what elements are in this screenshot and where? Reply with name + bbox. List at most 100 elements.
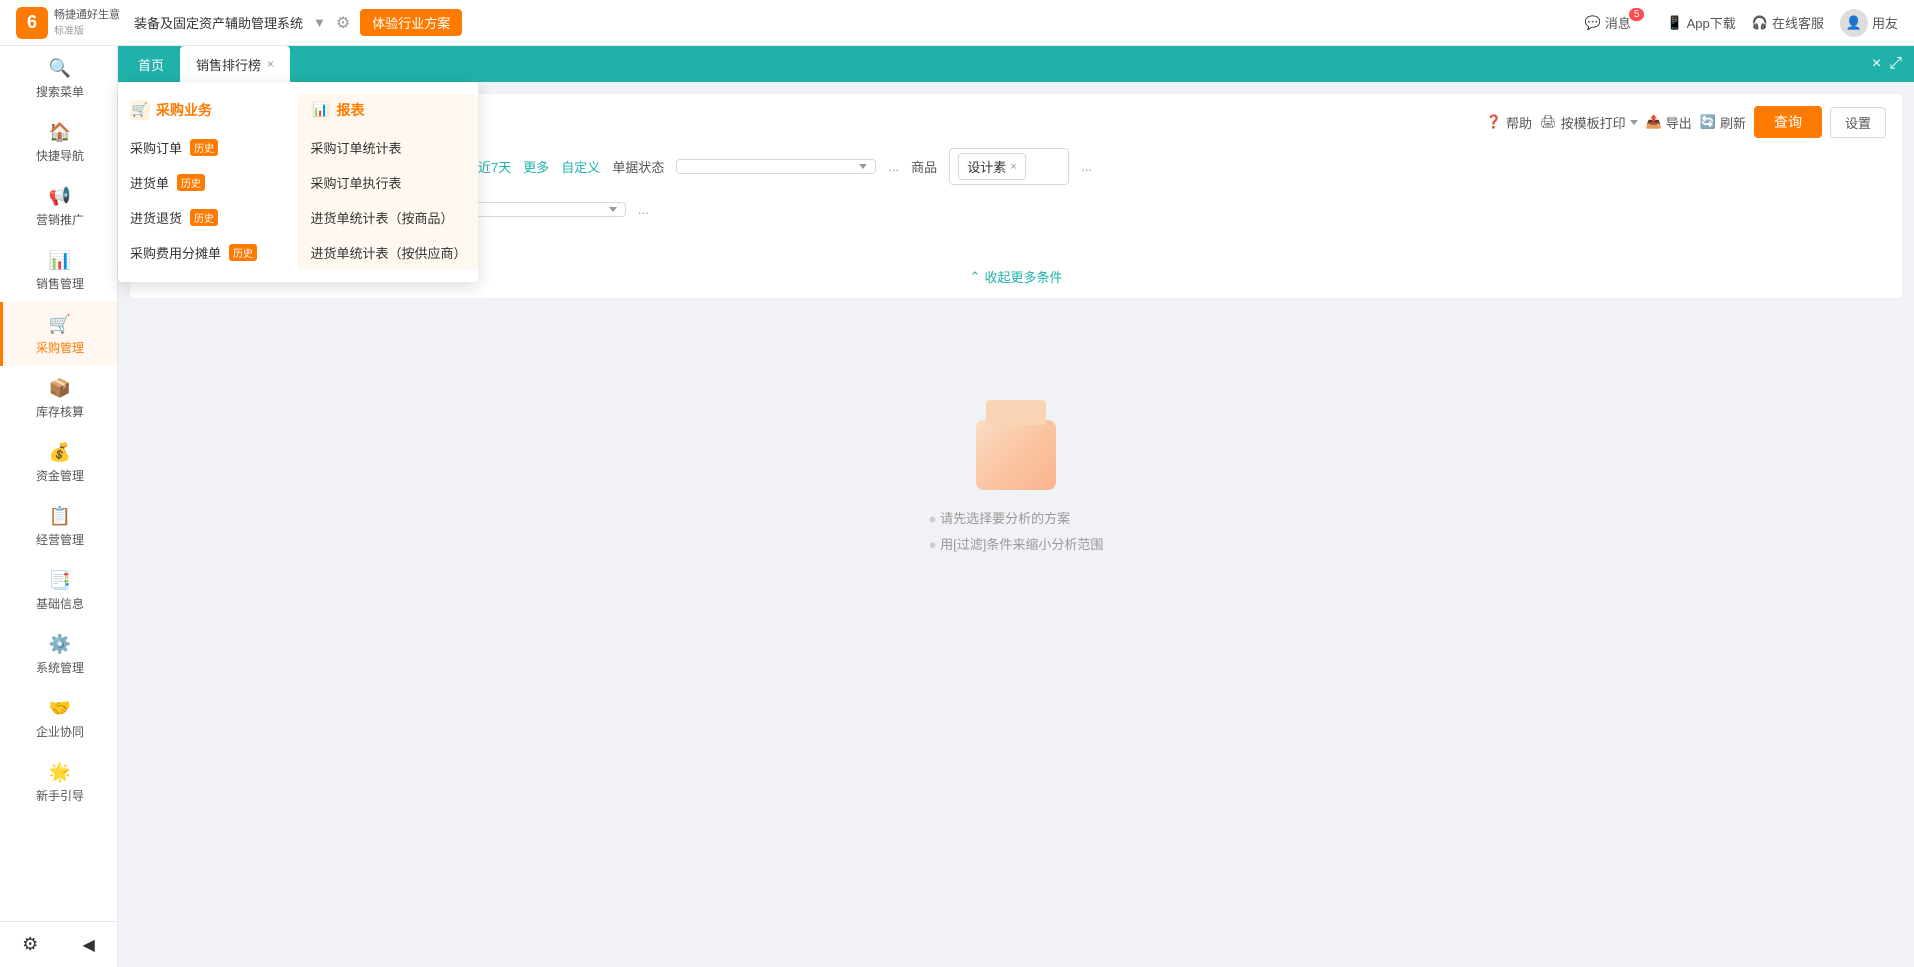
tab-bar-right: × ⤢ [1872, 55, 1910, 73]
purchase-expense-label: 采购费用分摊单 [130, 243, 221, 262]
dropdown-item-incoming-return[interactable]: 进货退货 历史 [130, 200, 286, 235]
help-icon: ❓ [1486, 114, 1502, 130]
sidebar-label-purchase: 采购管理 [36, 339, 84, 356]
sidebar-item-purchase[interactable]: 🛒 采购管理 [0, 302, 117, 366]
sidebar-item-enterprise[interactable]: 🤝 企业协同 [0, 686, 117, 750]
sidebar-label-enterprise: 企业协同 [36, 723, 84, 740]
goods-select[interactable]: 设计素 × [949, 148, 1069, 185]
dropdown-item-purchase-order-exec[interactable]: 采购订单执行表 [311, 165, 467, 200]
collapse-up-icon: ⌃ [970, 269, 981, 285]
collapse-label: 收起更多条件 [984, 267, 1062, 286]
help-btn[interactable]: ❓ 帮助 [1486, 113, 1532, 132]
tab-home[interactable]: 首页 [122, 46, 180, 82]
system-icon: ⚙️ [49, 634, 71, 655]
basic-info-icon: 📑 [49, 570, 71, 591]
query-button[interactable]: 查询 [1754, 106, 1822, 138]
message-icon: 💬 [1585, 15, 1601, 31]
incoming-label: 进货单 [130, 173, 169, 192]
logo-area: 6 畅捷通好生意 标准版 [16, 7, 134, 39]
salesperson-chevron-icon [609, 207, 617, 212]
message-item[interactable]: 💬 消息 5 [1585, 13, 1651, 32]
tab-home-label: 首页 [138, 55, 164, 74]
custom-date-btn[interactable]: 自定义 [561, 157, 600, 176]
dropdown-col-report: 📊 报表 采购订单统计表 采购订单执行表 进货单统计表（按商品） 进货单统计表（… [299, 94, 479, 270]
system-name-chevron[interactable]: ▼ [313, 15, 326, 30]
purchase-order-history-badge: 历史 [190, 139, 218, 156]
dropdown-item-purchase-expense[interactable]: 采购费用分摊单 历史 [130, 235, 286, 270]
user-item[interactable]: 👤 用友 [1840, 9, 1898, 37]
finance-icon: 💰 [49, 442, 71, 463]
sidebar-label-marketing: 营销推广 [36, 211, 84, 228]
salesperson-dots[interactable]: ... [638, 202, 649, 217]
operations-icon: 📋 [49, 506, 71, 527]
settings-button[interactable]: 设置 [1830, 107, 1886, 138]
last7days-btn[interactable]: 近7天 [478, 157, 511, 176]
status-select[interactable] [676, 159, 876, 174]
goods-tag-text: 设计素 [967, 157, 1006, 176]
empty-hint-2: 用[过滤]条件来缩小分析范围 [940, 537, 1103, 552]
sidebar-item-quick-nav[interactable]: 🏠 快捷导航 [0, 110, 117, 174]
settings-icon[interactable]: ⚙ [336, 13, 350, 33]
sidebar-settings-icon[interactable]: ⚙ [22, 934, 38, 955]
sidebar-collapse-icon[interactable]: ◀ [83, 935, 95, 955]
quick-nav-icon: 🏠 [49, 122, 71, 143]
dropdown-item-incoming-stat-supplier[interactable]: 进货单统计表（按供应商） [311, 235, 467, 270]
app-download-item[interactable]: 📱 App下载 [1666, 13, 1735, 32]
empty-state: 请先选择要分析的方案 用[过滤]条件来缩小分析范围 [130, 310, 1902, 638]
dropdown-columns: 🛒 采购业务 采购订单 历史 进货单 历史 进货退货 历史 采购费用分摊单 历史 [118, 94, 478, 270]
online-service-item[interactable]: 🎧 在线客服 [1752, 13, 1824, 32]
export-btn[interactable]: 📤 导出 [1646, 113, 1692, 132]
sidebar-item-system[interactable]: ⚙️ 系统管理 [0, 622, 117, 686]
sidebar-item-guide[interactable]: 🌟 新手引导 [0, 750, 117, 814]
refresh-btn[interactable]: 🔄 刷新 [1700, 113, 1746, 132]
tab-window-expand-icon[interactable]: ⤢ [1889, 55, 1902, 73]
goods-dots[interactable]: ... [1081, 159, 1092, 174]
more-date-btn[interactable]: 更多 [523, 157, 549, 176]
dropdown-item-incoming-stat-goods[interactable]: 进货单统计表（按商品） [311, 200, 467, 235]
sidebar-label-search-menu: 搜索菜单 [36, 83, 84, 100]
status-dots[interactable]: ... [888, 159, 899, 174]
goods-tag-close-icon[interactable]: × [1010, 161, 1016, 173]
sidebar-item-basic-info[interactable]: 📑 基础信息 [0, 558, 117, 622]
industry-btn[interactable]: 体验行业方案 [360, 9, 462, 36]
purchase-expense-history-badge: 历史 [229, 244, 257, 261]
header-right: 💬 消息 5 📱 App下载 🎧 在线客服 👤 用友 [1585, 9, 1898, 37]
dropdown-item-purchase-order-stat[interactable]: 采购订单统计表 [311, 130, 467, 165]
tab-sales-ranking[interactable]: 销售排行榜 × [180, 46, 290, 82]
sidebar-item-finance[interactable]: 💰 资金管理 [0, 430, 117, 494]
collapse-button[interactable]: ⌃ 收起更多条件 [970, 267, 1063, 286]
inventory-icon: 📦 [49, 378, 71, 399]
sidebar-label-quick-nav: 快捷导航 [36, 147, 84, 164]
sidebar-item-sales[interactable]: 📊 销售管理 [0, 238, 117, 302]
refresh-icon: 🔄 [1700, 114, 1716, 130]
sidebar-item-search-menu[interactable]: 🔍 搜索菜单 [0, 46, 117, 110]
sidebar-bottom: ⚙ ◀ [0, 921, 117, 967]
print-label: 按模板打印 [1561, 113, 1626, 132]
report-section-title: 报表 [337, 100, 365, 120]
goods-tag: 设计素 × [958, 153, 1025, 180]
dropdown-col-purchase: 🛒 采购业务 采购订单 历史 进货单 历史 进货退货 历史 采购费用分摊单 历史 [118, 94, 298, 270]
purchase-section-icon: 🛒 [130, 100, 150, 120]
sidebar: 🔍 搜索菜单 🏠 快捷导航 📢 营销推广 📊 销售管理 🛒 采购管理 📦 库存核… [0, 46, 118, 967]
dropdown-item-purchase-order[interactable]: 采购订单 历史 [130, 130, 286, 165]
marketing-icon: 📢 [49, 186, 71, 207]
guide-icon: 🌟 [49, 762, 71, 783]
tab-window-close-icon[interactable]: × [1872, 55, 1881, 73]
empty-illustration [956, 390, 1076, 490]
sidebar-item-marketing[interactable]: 📢 营销推广 [0, 174, 117, 238]
status-chevron-icon [859, 164, 867, 169]
sidebar-label-finance: 资金管理 [36, 467, 84, 484]
logo-text-block: 畅捷通好生意 标准版 [54, 8, 120, 37]
dropdown-purchase-header: 🛒 采购业务 [130, 94, 286, 130]
tab-close-icon[interactable]: × [267, 57, 274, 71]
sidebar-item-inventory[interactable]: 📦 库存核算 [0, 366, 117, 430]
incoming-return-label: 进货退货 [130, 208, 182, 227]
message-badge: 5 [1629, 8, 1645, 21]
sidebar-label-operations: 经营管理 [36, 531, 84, 548]
dropdown-item-incoming[interactable]: 进货单 历史 [130, 165, 286, 200]
sidebar-label-sales: 销售管理 [36, 275, 84, 292]
sidebar-item-operations[interactable]: 📋 经营管理 [0, 494, 117, 558]
print-btn[interactable]: 🖨 按模板打印 [1540, 113, 1638, 132]
export-icon: 📤 [1646, 114, 1662, 130]
enterprise-icon: 🤝 [49, 698, 71, 719]
